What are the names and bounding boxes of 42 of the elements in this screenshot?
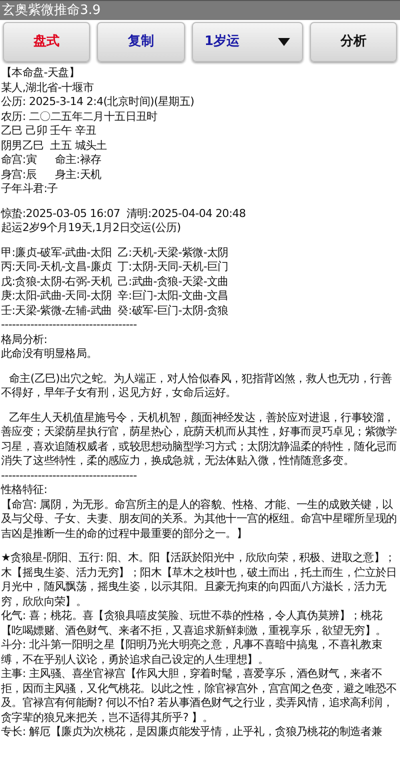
- text-line: 戊:贪狼-太阴-右弼-天机: [1, 274, 112, 289]
- text-line: 丙:天同-天机-文昌-廉贞: [1, 260, 112, 274]
- text-line: 性格特征:: [1, 483, 48, 498]
- text-line: 某人,湖北省-十堰市: [1, 80, 94, 95]
- text-line: 农历: 二〇二五年二月十五日丑时: [1, 110, 158, 124]
- text-line: 命主:禄存: [55, 153, 102, 168]
- text-line: 格局分析:: [1, 332, 48, 347]
- text-line: 己:武曲-贪狼-天梁-文曲: [118, 274, 228, 289]
- text-line: -------------------------------------: [1, 318, 138, 332]
- text-line: 子年斗君:子: [1, 182, 59, 196]
- text-line: 身主:天机: [55, 168, 102, 182]
- text-line: 此命没有明显格局。: [1, 347, 98, 362]
- toolbar-button[interactable]: 复制: [97, 22, 184, 62]
- text-line: 身宫:辰: [1, 168, 38, 182]
- dropdown-button[interactable]: 1岁运: [192, 22, 303, 62]
- text-line: 起运2岁9个月19天,1月2日交运(公历): [1, 221, 182, 236]
- paragraph: 主事: 主风骚、喜坐官禄宫【作风大胆，穿着时髦，喜爱享乐，酒色财气，来者不拒，因而主风骚，又化气桃花。以此之性，除官禄宫外，宫宫闻之色变，避之唯恐不及。官禄宫有何能耐? 何以不怕? 若从事酒色财气之行业，卖弄风情，追求高利润，贪字辈的狼兄来把关，岂不适得其所乎? 】。: [1, 667, 398, 725]
- text-line: -------------------------------------: [1, 468, 138, 483]
- toolbar-button[interactable]: 盘式: [3, 22, 90, 62]
- text-line: 辛:巨门-太阳-文曲-文昌: [118, 289, 228, 304]
- text-line: 壬:天梁-紫微-左辅-武曲: [1, 304, 112, 318]
- paragraph: 命主(乙巳)出穴之蛇。为人端正，对人恰似春风，犯指背凶煞，救人也无功，行善不得好，早年子女有刑，迟见方好，女命后运好。: [1, 372, 392, 400]
- text-line: 惊蛰:2025-03-05 16:07 清明:2025-04-04 20:48: [1, 206, 247, 221]
- text-line: 乙:天机-天梁-紫微-太阴: [118, 246, 228, 260]
- text-line: 乙巳 己卯 壬午 辛丑: [1, 124, 98, 138]
- paragraph: 斗分: 北斗第一阳明之星【阳明乃光大明亮之意，凡事不喜暗中搞鬼，不喜礼教束缚，不在乎别人议论，勇於追求自己设定的人生理想】。: [1, 638, 384, 667]
- text-line: 阴男乙巳 土五 城头土: [1, 138, 108, 153]
- text-line: 公历: 2025-3-14 2:4(北京时间)(星期五): [1, 95, 196, 110]
- paragraph: 专长: 解厄【廉贞为次桃花，是因廉贞能发乎情，止乎礼，贪狼乃桃花的制造者兼: [1, 725, 384, 740]
- text-line: 庚:太阳-武曲-天同-太阴: [1, 289, 112, 304]
- paragraph: 化气: 喜；桃花。喜【贪狼具嘻皮笑脸、玩世不恭的性格，令人真伪莫辨】；桃花【吃喝嫖赌、酒色财气、来者不拒，又喜追求新鲜刺激，重视享乐，欲望无穷】。: [1, 609, 388, 638]
- paragraph: ★贪狼星-阴阳、五行: 阳、木。阳【活跃於阳光中，欣欣向荣，积极、进取之意】；木【摇曳生姿、活力无穷】；阳木【草木之枝叶也，破土而出，托土而生，伫立於日月光中，随风飘荡，摇曳生姿，以示其阳。且豪无拘束的向四面八方滋长，活力无穷，欣欣向荣】。: [1, 551, 398, 609]
- text-line: 命宫:寅: [1, 153, 38, 168]
- paragraph: 乙年生人天机值星施号令，天机机智，颜面神经发达，善於应对进退，行事较溜，善应变；天梁荫星执行官，荫星热心，庇荫天机而从其性，好事而灵巧卓见；紫微学习星，喜欢追随权威者，或较思想动脑型学习方式；太阴沈静温柔的特性，随化忌而消失了这些特性，柔的感应力，换成急就，无法体贴入微，性情随意多变。: [1, 410, 398, 468]
- toolbar-button[interactable]: 分析: [310, 22, 397, 62]
- text-line: 甲:廉贞-破军-武曲-太阳: [1, 246, 112, 260]
- paragraph: 【命宫: 属阴，为无形。命宫所主的是人的容貌、性格、才能、一生的成败关键，以及与父母、子女、夫妻、朋友间的关系。为其他十一宫的枢纽。命宫中星曜所呈现的吉凶是推断一生的命的过程中最重要的部分之一。】: [1, 498, 398, 541]
- text-line: 丁:太阴-天同-天机-巨门: [118, 260, 228, 274]
- text-line: 【本命盘-天盘】: [1, 66, 81, 80]
- caret-icon: [278, 38, 290, 46]
- text-line: 癸:破军-巨门-太阴-贪狼: [118, 304, 228, 318]
- window-title: 玄奥紫微推命3.9: [2, 2, 101, 20]
